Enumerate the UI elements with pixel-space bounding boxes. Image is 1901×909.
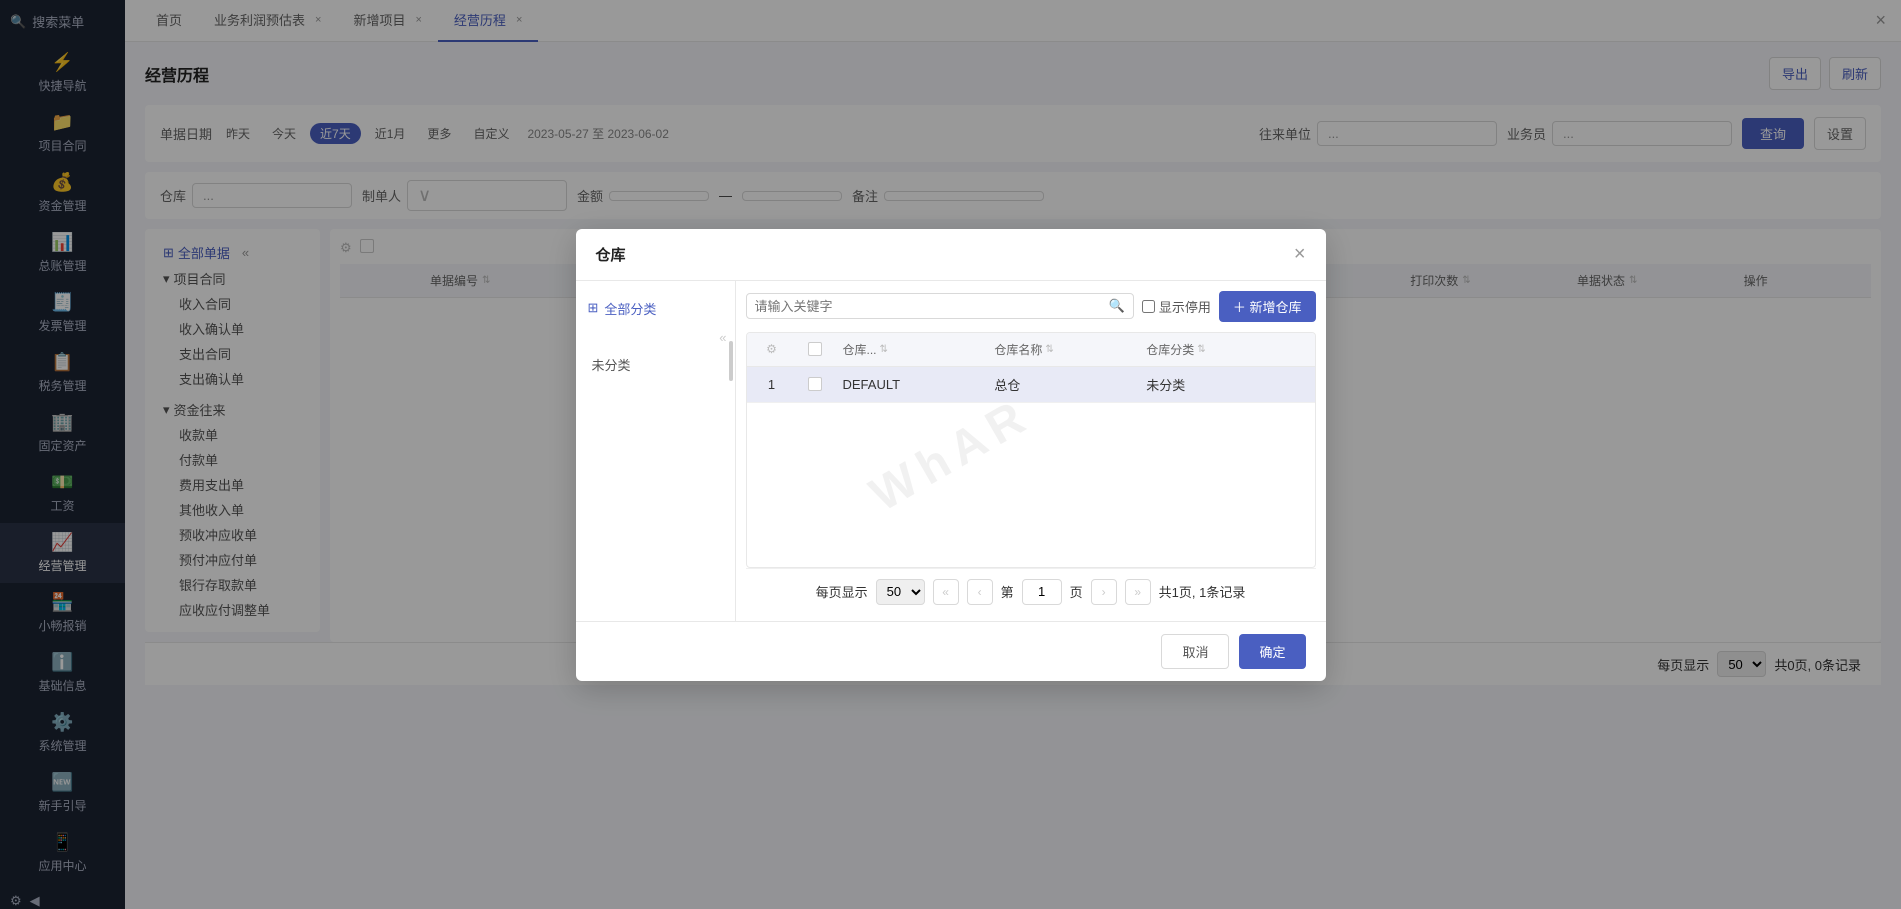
dialog-last-page-btn[interactable]: » xyxy=(1125,579,1151,605)
dialog-th-num: ⚙ xyxy=(747,333,797,366)
show-disabled-checkbox[interactable] xyxy=(1142,300,1155,313)
grid-icon-dialog: ⊞ xyxy=(588,300,599,316)
dialog-page-input[interactable] xyxy=(1022,579,1062,605)
cancel-button[interactable]: 取消 xyxy=(1161,634,1229,669)
dialog-page-suffix: 页 xyxy=(1070,582,1083,601)
row-checkbox xyxy=(808,377,822,391)
dialog-left-all[interactable]: ⊞ 全部分类 xyxy=(576,291,735,326)
warehouse-dialog: 仓库 × ⊞ 全部分类 « 未分类 xyxy=(576,229,1326,681)
dialog-table-row[interactable]: 1 DEFAULT 总仓 未分类 xyxy=(747,367,1315,403)
settings-icon-th[interactable]: ⚙ xyxy=(766,342,777,356)
dialog-table: ⚙ 仓库... ⇅ 仓库名称 ⇅ xyxy=(746,332,1316,568)
dialog-pagination: 每页显示 50 « ‹ 第 页 › » 共1页, 1条记录 xyxy=(746,568,1316,611)
dialog-th-cat[interactable]: 仓库分类 ⇅ xyxy=(1136,333,1314,366)
sort-cat: ⇅ xyxy=(1197,344,1205,355)
dialog-td-cat: 未分类 xyxy=(1136,367,1314,402)
dialog-first-page-btn[interactable]: « xyxy=(933,579,959,605)
dialog-body: ⊞ 全部分类 « 未分类 🔍 xyxy=(576,281,1326,621)
dialog-title: 仓库 xyxy=(596,244,626,265)
dialog-search-input[interactable] xyxy=(755,299,1105,314)
add-warehouse-btn[interactable]: ＋ 新增仓库 xyxy=(1219,291,1316,322)
dialog-header: 仓库 × xyxy=(576,229,1326,281)
dialog-left-panel: ⊞ 全部分类 « 未分类 xyxy=(576,281,736,621)
dialog-td-check[interactable] xyxy=(797,369,833,399)
dialog-left-unclassified[interactable]: 未分类 xyxy=(576,349,735,380)
dialog-left-collapse-wrap: « xyxy=(576,326,735,349)
dialog-td-name: 总仓 xyxy=(984,367,1136,402)
confirm-button[interactable]: 确定 xyxy=(1239,634,1305,669)
dialog-per-page-label: 每页显示 xyxy=(816,582,868,601)
dialog-close-btn[interactable]: × xyxy=(1294,243,1306,266)
checkbox-header-square xyxy=(808,342,822,356)
search-input-wrap[interactable]: 🔍 xyxy=(746,293,1134,319)
dialog-table-header: ⚙ 仓库... ⇅ 仓库名称 ⇅ xyxy=(747,333,1315,367)
dialog-overlay: WhAR 仓库 × ⊞ 全部分类 « 未分类 xyxy=(0,0,1901,909)
show-disabled-label[interactable]: 显示停用 xyxy=(1142,297,1211,316)
dialog-toolbar: 🔍 显示停用 ＋ 新增仓库 xyxy=(746,291,1316,322)
dialog-right-panel: 🔍 显示停用 ＋ 新增仓库 ⚙ xyxy=(736,281,1326,621)
dialog-total-records: 共1页, 1条记录 xyxy=(1159,582,1246,601)
dialog-td-num: 1 xyxy=(747,369,797,400)
dialog-td-code: DEFAULT xyxy=(833,369,985,400)
sort-name: ⇅ xyxy=(1045,344,1053,355)
search-icon-dialog: 🔍 xyxy=(1109,298,1125,314)
dialog-prev-page-btn[interactable]: ‹ xyxy=(967,579,993,605)
dialog-next-page-btn[interactable]: › xyxy=(1091,579,1117,605)
left-scrollbar xyxy=(729,341,733,381)
dialog-per-page-select[interactable]: 50 xyxy=(876,579,925,605)
sort-code: ⇅ xyxy=(880,344,888,355)
dialog-th-code[interactable]: 仓库... ⇅ xyxy=(833,333,985,366)
dialog-th-name[interactable]: 仓库名称 ⇅ xyxy=(984,333,1136,366)
dialog-page-prefix: 第 xyxy=(1001,582,1014,601)
dialog-th-check[interactable] xyxy=(797,333,833,366)
dialog-footer: 取消 确定 xyxy=(576,621,1326,681)
